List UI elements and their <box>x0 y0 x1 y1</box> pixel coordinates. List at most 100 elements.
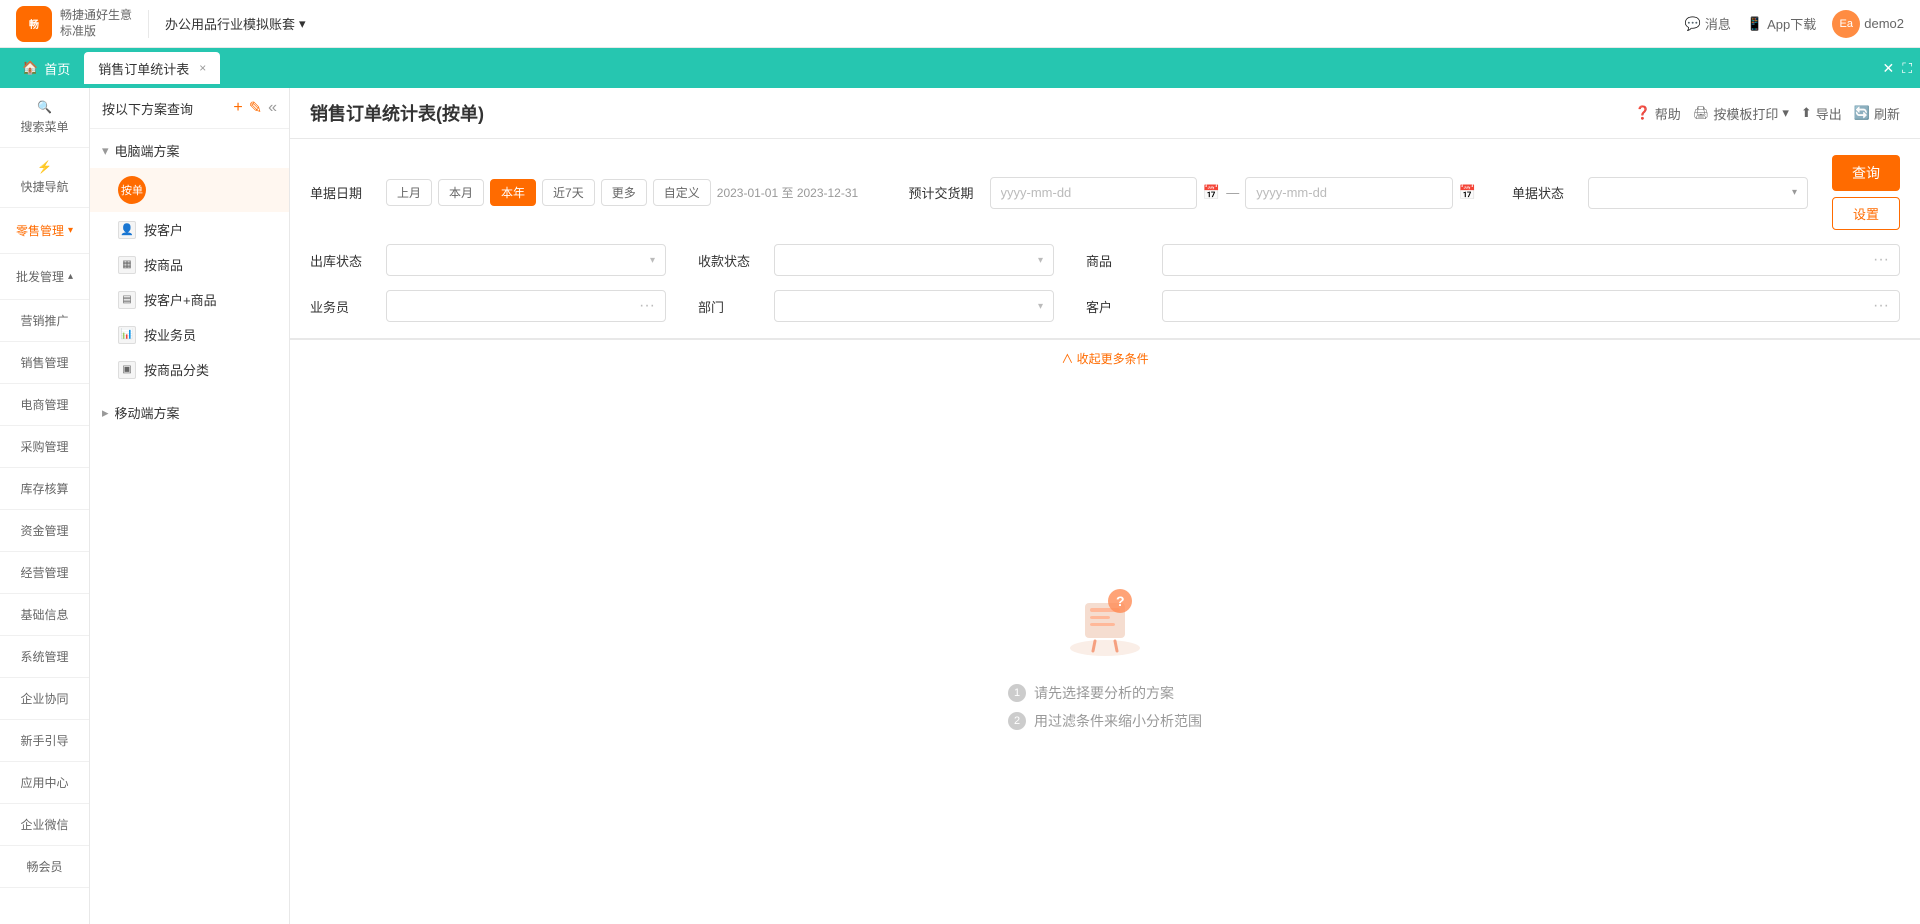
payment-chevron-icon: ▾ <box>1038 255 1043 266</box>
window-close-icon[interactable]: ✕ <box>1882 60 1894 77</box>
expected-date-start-input[interactable] <box>990 177 1197 209</box>
print-arrow-icon: ▾ <box>1782 105 1789 121</box>
dept-select[interactable]: ▾ <box>774 290 1054 322</box>
sidebar-item-enterprise[interactable]: 企业协同 <box>0 678 89 720</box>
export-button[interactable]: ⬆ 导出 <box>1801 104 1842 123</box>
help-button[interactable]: ❓ 帮助 <box>1635 104 1681 123</box>
filter-section: 单据日期 上月 本月 本年 近7天 更多 自定义 2023-01-01 至 20… <box>290 139 1920 377</box>
add-solution-button[interactable]: + <box>233 99 242 117</box>
customer-select[interactable]: ··· <box>1162 290 1900 322</box>
collapse-panel-button[interactable]: « <box>268 99 277 117</box>
date-btn-this-month[interactable]: 本月 <box>438 179 484 206</box>
status-select[interactable]: ▾ <box>1588 177 1808 209</box>
left-panel-header: 按以下方案查询 + ✎ « <box>90 88 289 129</box>
topbar-title[interactable]: 办公用品行业模拟账套 ▾ <box>165 14 306 33</box>
sidebar-search[interactable]: 🔍 搜索菜单 <box>0 88 89 148</box>
date-btn-7days[interactable]: 近7天 <box>542 179 595 206</box>
solution-group-desktop: ▾ 电脑端方案 按单 👤 按客户 ▦ 按商品 ▤ 按客户+商品 <box>90 129 289 391</box>
sidebar-item-sales[interactable]: 销售管理 <box>0 342 89 384</box>
settings-button[interactable]: 设置 <box>1832 197 1900 230</box>
calendar-end-icon[interactable]: 📅 <box>1459 184 1476 201</box>
solution-item-by-order[interactable]: 按单 <box>90 168 289 212</box>
topbar: 畅 畅捷通好生意 标准版 办公用品行业模拟账套 ▾ 💬 消息 📱 App下载 E… <box>0 0 1920 48</box>
page-header: 销售订单统计表(按单) ❓ 帮助 🖨 按模板打印 ▾ ⬆ 导出 <box>290 88 1920 139</box>
salesman-dots-icon[interactable]: ··· <box>639 297 655 315</box>
sidebar-item-management[interactable]: 经营管理 <box>0 552 89 594</box>
customer-label: 客户 <box>1086 297 1146 316</box>
payment-status-select[interactable]: ▾ <box>774 244 1054 276</box>
tabbar: 🏠 首页 销售订单统计表 × ✕ ⛶ <box>0 48 1920 88</box>
goods-cat-icon: ▣ <box>118 361 136 379</box>
tab-home[interactable]: 🏠 首页 <box>8 52 84 84</box>
solution-item-by-salesman[interactable]: 📊 按业务员 <box>90 317 289 352</box>
topbar-left: 畅 畅捷通好生意 标准版 办公用品行业模拟账套 ▾ <box>16 6 306 42</box>
home-icon: 🏠 <box>22 60 38 76</box>
sidebar-item-marketing[interactable]: 营销推广 <box>0 300 89 342</box>
message-icon: 💬 <box>1685 16 1701 32</box>
date-btn-this-year[interactable]: 本年 <box>490 179 536 206</box>
print-icon: 🖨 <box>1693 105 1710 121</box>
customer-dots-icon[interactable]: ··· <box>1873 297 1889 315</box>
sidebar-item-purchase[interactable]: 采购管理 <box>0 426 89 468</box>
message-button[interactable]: 💬 消息 <box>1685 14 1731 33</box>
export-icon: ⬆ <box>1801 105 1812 121</box>
sidebar-item-appcenter[interactable]: 应用中心 <box>0 762 89 804</box>
delivery-chevron-icon: ▾ <box>650 255 655 266</box>
app-download-button[interactable]: 📱 App下载 <box>1747 14 1816 33</box>
collapse-bar[interactable]: ∧ 收起更多条件 <box>290 339 1920 377</box>
sidebar-item-wechat[interactable]: 企业微信 <box>0 804 89 846</box>
expected-date-end-input[interactable] <box>1245 177 1452 209</box>
tab-close-icon[interactable]: × <box>199 61 206 75</box>
sidebar-item-finance[interactable]: 资金管理 <box>0 510 89 552</box>
solution-group-desktop-title[interactable]: ▾ 电脑端方案 <box>90 133 289 168</box>
solution-item-by-goods-cat[interactable]: ▣ 按商品分类 <box>90 352 289 387</box>
empty-tip-2: 2 用过滤条件来缩小分析范围 <box>1008 711 1202 731</box>
left-panel: 按以下方案查询 + ✎ « ▾ 电脑端方案 按单 👤 按客户 ▦ <box>90 88 290 924</box>
salesman-select[interactable]: ··· <box>386 290 666 322</box>
sidebar-item-basic-info[interactable]: 基础信息 <box>0 594 89 636</box>
page-actions: ❓ 帮助 🖨 按模板打印 ▾ ⬆ 导出 🔄 刷新 <box>1635 104 1900 123</box>
query-button[interactable]: 查询 <box>1832 155 1900 191</box>
empty-state: ? 1 请先选择要分析的方案 2 用过滤条件来缩小分析范围 <box>290 377 1920 924</box>
date-btn-more[interactable]: 更多 <box>601 179 647 206</box>
solution-item-by-customer[interactable]: 👤 按客户 <box>90 212 289 247</box>
page-title: 销售订单统计表(按单) <box>310 100 484 126</box>
sidebar-item-retail[interactable]: 零售管理 ▾ <box>0 208 89 254</box>
search-icon: 🔍 <box>37 100 52 114</box>
right-panel: 销售订单统计表(按单) ❓ 帮助 🖨 按模板打印 ▾ ⬆ 导出 <box>290 88 1920 924</box>
filter-row-2: 出库状态 ▾ 收款状态 ▾ 商品 ··· <box>310 244 1900 276</box>
dept-label: 部门 <box>698 297 758 316</box>
tabbar-actions: ✕ ⛶ <box>1882 60 1912 77</box>
sidebar-item-member[interactable]: 畅会员 <box>0 846 89 888</box>
sidebar-quick-nav[interactable]: ⚡ 快捷导航 <box>0 148 89 208</box>
delivery-status-select[interactable]: ▾ <box>386 244 666 276</box>
calendar-start-icon[interactable]: 📅 <box>1203 184 1220 201</box>
solution-group-mobile-title[interactable]: ▸ 移动端方案 <box>90 395 289 430</box>
filter-row-3: 业务员 ··· 部门 ▾ 客户 ··· <box>310 290 1900 322</box>
sidebar-item-ecommerce[interactable]: 电商管理 <box>0 384 89 426</box>
customer-goods-icon: ▤ <box>118 291 136 309</box>
sidebar-item-wholesale[interactable]: 批发管理 ▴ <box>0 254 89 300</box>
chevron-up-icon: ▴ <box>68 271 73 282</box>
window-maximize-icon[interactable]: ⛶ <box>1902 60 1912 77</box>
date-separator: — <box>1226 185 1239 200</box>
expected-date-label: 预计交货期 <box>909 183 974 202</box>
edit-solution-button[interactable]: ✎ <box>249 98 262 118</box>
solution-group-mobile: ▸ 移动端方案 <box>90 391 289 434</box>
action-buttons: 查询 设置 <box>1832 155 1900 230</box>
refresh-button[interactable]: 🔄 刷新 <box>1854 104 1900 123</box>
date-group: 上月 本月 本年 近7天 更多 自定义 2023-01-01 至 2023-12… <box>386 179 873 206</box>
user-menu[interactable]: Ea demo2 <box>1832 10 1904 38</box>
sidebar-item-system[interactable]: 系统管理 <box>0 636 89 678</box>
date-btn-last-month[interactable]: 上月 <box>386 179 432 206</box>
tab-sales-stats[interactable]: 销售订单统计表 × <box>84 52 220 84</box>
goods-dots-icon[interactable]: ··· <box>1873 251 1889 269</box>
print-button[interactable]: 🖨 按模板打印 ▾ <box>1693 104 1789 123</box>
date-btn-custom[interactable]: 自定义 <box>653 179 711 206</box>
active-solution-icon: 按单 <box>118 176 146 204</box>
sidebar-item-inventory[interactable]: 库存核算 <box>0 468 89 510</box>
sidebar-item-newbie[interactable]: 新手引导 <box>0 720 89 762</box>
solution-item-by-customer-goods[interactable]: ▤ 按客户+商品 <box>90 282 289 317</box>
goods-select[interactable]: ··· <box>1162 244 1900 276</box>
solution-item-by-goods[interactable]: ▦ 按商品 <box>90 247 289 282</box>
